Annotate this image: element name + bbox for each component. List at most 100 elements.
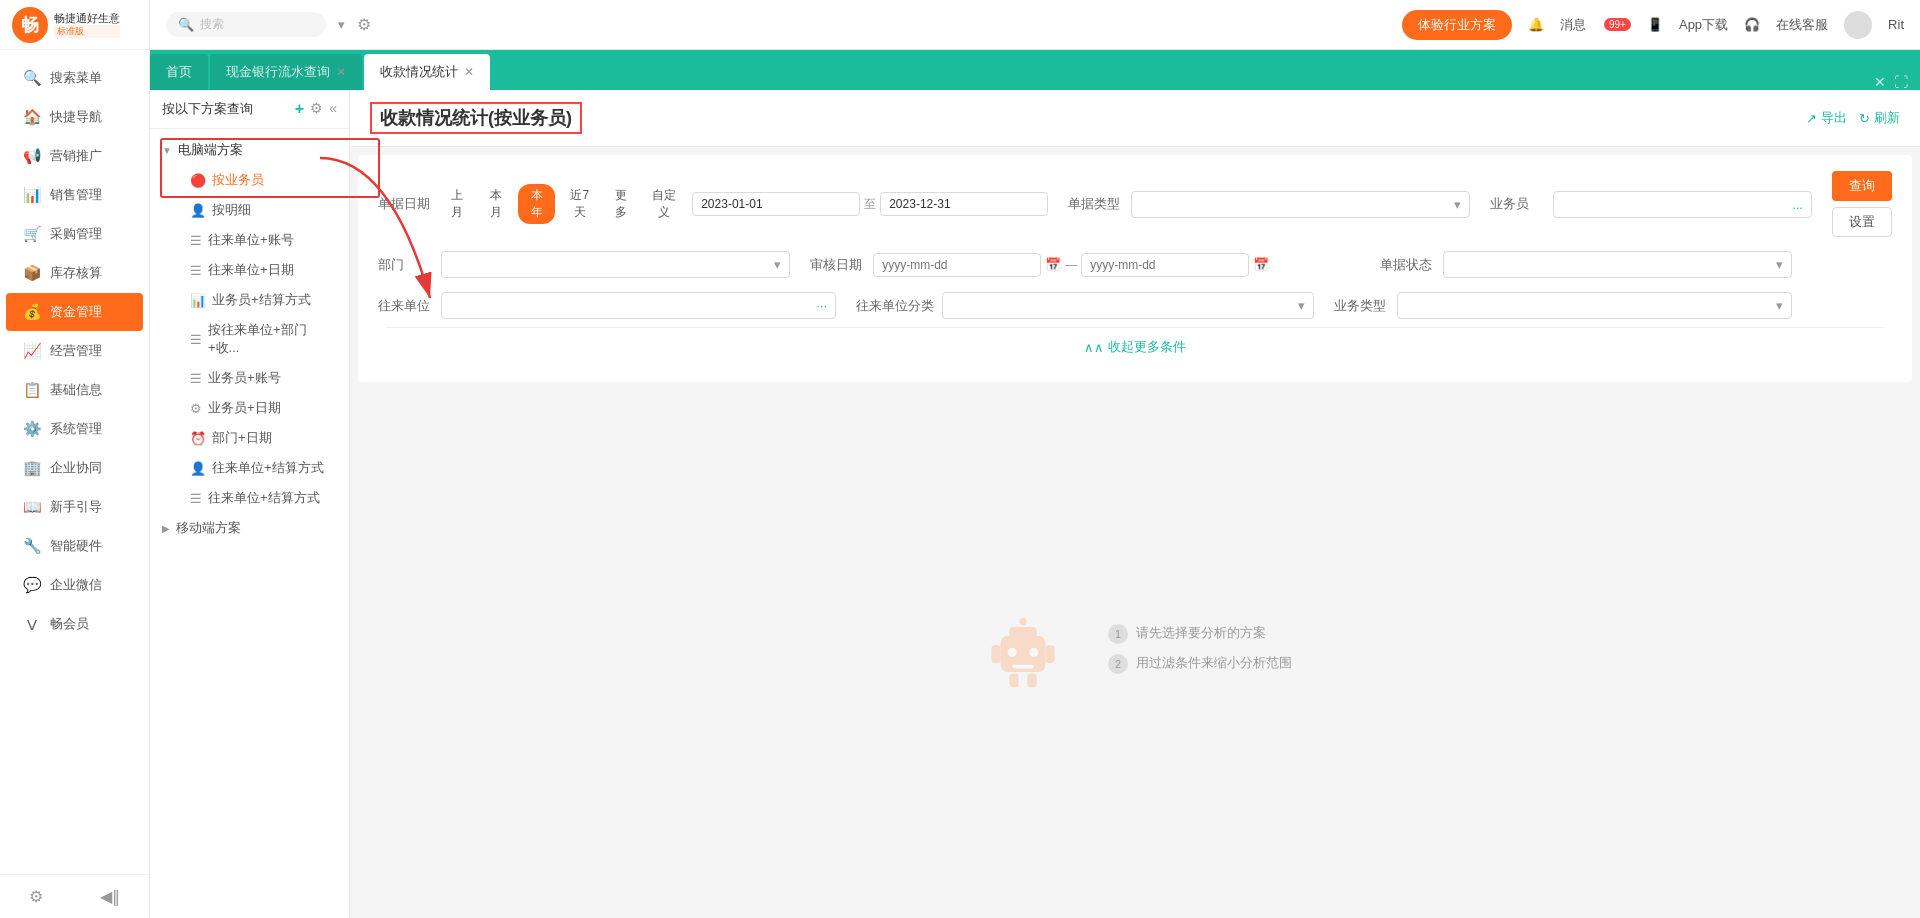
tree-item-partner-settlement1[interactable]: 👤 往来单位+结算方式: [162, 453, 349, 483]
sidebar-item-wechat[interactable]: 💬 企业微信: [6, 566, 143, 604]
sidebar-item-basic[interactable]: 📋 基础信息: [6, 371, 143, 409]
item-active-icon: 🔴: [190, 173, 206, 188]
sidebar-item-purchase[interactable]: 🛒 采购管理: [6, 215, 143, 253]
docstatus-select[interactable]: ▾: [1443, 251, 1792, 278]
scheme-panel: 按以下方案查询 + ⚙ « ▼ 电脑端方案 🔴: [150, 90, 350, 918]
sidebar-item-sales[interactable]: 📊 销售管理: [6, 176, 143, 214]
date-to-input[interactable]: [880, 192, 1048, 216]
doctype-select[interactable]: ▾: [1131, 191, 1470, 218]
tree-item-partner-account[interactable]: ☰ 往来单位+账号: [162, 225, 349, 255]
notification-icon: 🔔: [1528, 17, 1544, 32]
tab-collection[interactable]: 收款情况统计 ✕: [364, 54, 490, 90]
sidebar-item-quicknav[interactable]: 🏠 快捷导航: [6, 98, 143, 136]
sidebar-item-hardware[interactable]: 🔧 智能硬件: [6, 527, 143, 565]
review-to-input[interactable]: [1081, 253, 1249, 277]
sidebar-item-search[interactable]: 🔍 搜索菜单: [6, 59, 143, 97]
partner-more[interactable]: ···: [816, 298, 827, 313]
user-avatar[interactable]: [1844, 11, 1872, 39]
biztype-select[interactable]: ▾: [1397, 292, 1792, 319]
dept-select[interactable]: ▾: [441, 251, 790, 278]
sidebar-collapse-btn[interactable]: ◀‖: [100, 887, 120, 906]
sidebar-item-guide[interactable]: 📖 新手引导: [6, 488, 143, 526]
search-icon: 🔍: [178, 17, 194, 32]
partner-category-arrow: ▾: [1298, 298, 1305, 313]
sidebar-item-inventory[interactable]: 📦 库存核算: [6, 254, 143, 292]
tree-item-salesperson-date[interactable]: ⚙ 业务员+日期: [162, 393, 349, 423]
tree-section-mobile[interactable]: ▶ 移动端方案: [150, 513, 349, 543]
sidebar-settings-btn[interactable]: ⚙: [29, 887, 43, 906]
item-list5-icon: ☰: [190, 491, 202, 506]
trial-button[interactable]: 体验行业方案: [1402, 10, 1512, 40]
notification-area[interactable]: 🔔 消息 99+: [1528, 16, 1631, 34]
tree-item-partner-settlement2[interactable]: ☰ 往来单位+结算方式: [162, 483, 349, 513]
date-last-month[interactable]: 上月: [441, 184, 474, 224]
main-area: 🔍 搜索 ▾ ⚙ 体验行业方案 🔔 消息 99+ 📱 App下载 🎧 在线客服 …: [150, 0, 1920, 918]
top-header: 🔍 搜索 ▾ ⚙ 体验行业方案 🔔 消息 99+ 📱 App下载 🎧 在线客服 …: [150, 0, 1920, 50]
tree-section-desktop-header[interactable]: ▼ 电脑端方案: [150, 135, 349, 165]
sidebar-item-operations[interactable]: 📈 经营管理: [6, 332, 143, 370]
date-more[interactable]: 更多: [604, 184, 637, 224]
page-title-bar: 收款情况统计(按业务员) ↗ 导出 ↻ 刷新: [350, 90, 1920, 147]
sidebar-item-finance[interactable]: 💰 资金管理: [6, 293, 143, 331]
date-custom[interactable]: 自定义: [643, 184, 684, 224]
operations-icon: 📈: [22, 342, 42, 360]
sidebar-item-member[interactable]: V 畅会员: [6, 605, 143, 643]
user-name[interactable]: Rit: [1888, 17, 1904, 32]
tree-item-salesperson-settlement[interactable]: 📊 业务员+结算方式: [162, 285, 349, 315]
tree-item-salesperson[interactable]: 🔴 按业务员: [162, 165, 349, 195]
svg-rect-3: [992, 645, 1001, 663]
collapse-button[interactable]: ∧∧ 收起更多条件: [1084, 338, 1186, 356]
review-date-to-icon[interactable]: 📅: [1253, 257, 1269, 272]
tree-item-partner-date[interactable]: ☰ 往来单位+日期: [162, 255, 349, 285]
sidebar-item-enterprise[interactable]: 🏢 企业协同: [6, 449, 143, 487]
tab-bar-actions: ✕ ⛶: [1874, 74, 1920, 90]
date-7days[interactable]: 近7天: [561, 184, 598, 224]
sidebar-item-system[interactable]: ⚙️ 系统管理: [6, 410, 143, 448]
tab-close-all-icon[interactable]: ✕: [1874, 74, 1886, 90]
date-this-month[interactable]: 本月: [480, 184, 513, 224]
scheme-tree: ▼ 电脑端方案 🔴 按业务员 👤 按明细 ☰: [150, 129, 349, 918]
export-btn[interactable]: ↗ 导出: [1806, 109, 1847, 127]
query-button[interactable]: 查询: [1832, 171, 1892, 201]
tree-item-detail[interactable]: 👤 按明细: [162, 195, 349, 225]
tree-item-salesperson-account[interactable]: ☰ 业务员+账号: [162, 363, 349, 393]
tab-home[interactable]: 首页: [150, 54, 208, 90]
tree-item-dept-date[interactable]: ⏰ 部门+日期: [162, 423, 349, 453]
doctype-label: 单据类型: [1068, 195, 1123, 213]
salesperson-label: 业务员: [1490, 195, 1545, 213]
review-date-from-icon[interactable]: 📅: [1045, 257, 1061, 272]
online-service-area[interactable]: 🎧 在线客服: [1744, 16, 1828, 34]
scheme-settings-icon[interactable]: ⚙: [310, 100, 323, 118]
date-this-year[interactable]: 本年: [518, 184, 555, 224]
filter-row-2: 部门 ▾ 审核日期 📅 — 📅: [378, 251, 1892, 278]
scheme-collapse-icon[interactable]: «: [329, 100, 337, 118]
header-dropdown-icon[interactable]: ▾: [338, 17, 345, 32]
salesperson-more[interactable]: ...: [1792, 197, 1803, 212]
sidebar-item-marketing[interactable]: 📢 营销推广: [6, 137, 143, 175]
date-from-input[interactable]: [692, 192, 860, 216]
enterprise-icon: 🏢: [22, 459, 42, 477]
tab-expand-icon[interactable]: ⛶: [1894, 74, 1908, 90]
review-from-input[interactable]: [873, 253, 1041, 277]
purchase-icon: 🛒: [22, 225, 42, 243]
tab-bank-close[interactable]: ✕: [336, 65, 346, 79]
settings-button[interactable]: 设置: [1832, 207, 1892, 237]
global-search[interactable]: 🔍 搜索: [166, 12, 326, 37]
filter-doctype-item: 单据类型 ▾: [1068, 191, 1470, 218]
header-settings-icon[interactable]: ⚙: [357, 15, 371, 34]
tab-bank[interactable]: 现金银行流水查询 ✕: [210, 54, 362, 90]
empty-steps: 1 请先选择要分析的方案 2 用过滤条件来缩小分析范围: [1108, 624, 1292, 684]
app-download-area[interactable]: 📱 App下载: [1647, 16, 1728, 34]
partner-category-select[interactable]: ▾: [942, 292, 1314, 319]
step-num-2: 2: [1108, 654, 1128, 674]
item-chart-icon: 📊: [190, 293, 206, 308]
refresh-btn[interactable]: ↻ 刷新: [1859, 109, 1900, 127]
partner-select[interactable]: ···: [441, 292, 836, 319]
tree-item-partner-dept[interactable]: ☰ 按往来单位+部门+收...: [162, 315, 349, 363]
tab-collection-close[interactable]: ✕: [464, 65, 474, 79]
header-right: 体验行业方案 🔔 消息 99+ 📱 App下载 🎧 在线客服 Rit: [1402, 10, 1904, 40]
sales-icon: 📊: [22, 186, 42, 204]
review-date-label: 审核日期: [810, 256, 865, 274]
scheme-add-icon[interactable]: +: [295, 100, 304, 118]
salesperson-select[interactable]: ...: [1553, 191, 1812, 218]
